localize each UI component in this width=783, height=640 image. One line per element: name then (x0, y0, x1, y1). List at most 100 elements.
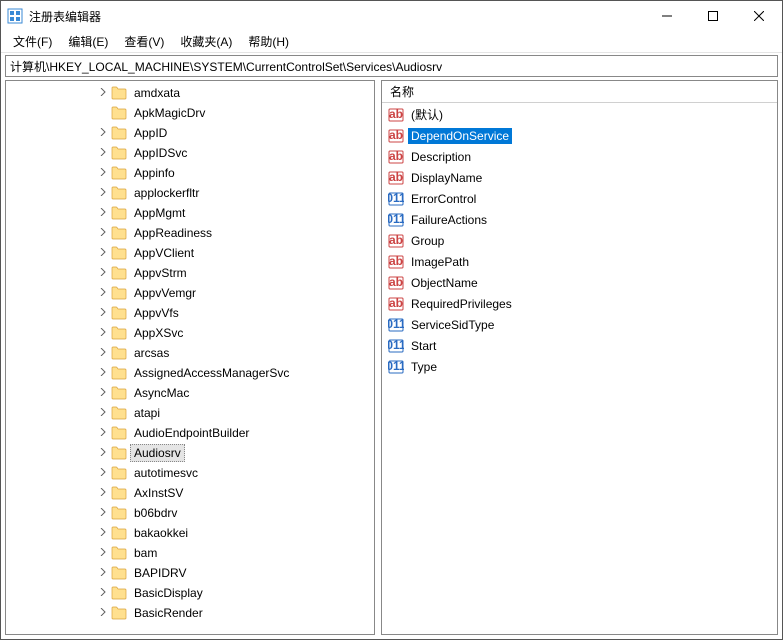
value-name: RequiredPrivileges (408, 296, 515, 312)
chevron-right-icon[interactable] (96, 408, 110, 419)
tree-item[interactable]: bam (6, 543, 374, 563)
tree-item[interactable]: AppReadiness (6, 223, 374, 243)
tree-scroll[interactable]: amdxataApkMagicDrvAppIDAppIDSvcAppinfoap… (6, 81, 374, 634)
tree-item[interactable]: applockerfltr (6, 183, 374, 203)
chevron-right-icon[interactable] (96, 608, 110, 619)
chevron-right-icon[interactable] (96, 588, 110, 599)
tree-item[interactable]: AppMgmt (6, 203, 374, 223)
dword-value-icon: 011 (388, 359, 404, 375)
chevron-right-icon[interactable] (96, 468, 110, 479)
chevron-right-icon[interactable] (96, 188, 110, 199)
chevron-right-icon[interactable] (96, 148, 110, 159)
values-pane: 名称 ab(默认)abDependOnServiceabDescriptiona… (381, 80, 778, 635)
tree-item[interactable]: autotimesvc (6, 463, 374, 483)
tree-item[interactable]: ApkMagicDrv (6, 103, 374, 123)
tree-item[interactable]: AppvStrm (6, 263, 374, 283)
chevron-right-icon[interactable] (96, 248, 110, 259)
tree-item[interactable]: AppIDSvc (6, 143, 374, 163)
tree-item[interactable]: arcsas (6, 343, 374, 363)
tree-item[interactable]: Appinfo (6, 163, 374, 183)
chevron-right-icon[interactable] (96, 508, 110, 519)
tree-item[interactable]: AppvVfs (6, 303, 374, 323)
value-name: Type (408, 359, 440, 375)
tree-item[interactable]: BAPIDRV (6, 563, 374, 583)
tree-item[interactable]: BasicDisplay (6, 583, 374, 603)
panes: amdxataApkMagicDrvAppIDAppIDSvcAppinfoap… (5, 80, 778, 635)
value-row[interactable]: abObjectName (382, 272, 777, 293)
tree-item[interactable]: AppID (6, 123, 374, 143)
chevron-right-icon[interactable] (96, 328, 110, 339)
chevron-right-icon[interactable] (96, 168, 110, 179)
value-row[interactable]: 011Start (382, 335, 777, 356)
tree-item[interactable]: AxInstSV (6, 483, 374, 503)
menu-edit[interactable]: 编辑(E) (62, 31, 114, 52)
value-row[interactable]: abGroup (382, 230, 777, 251)
chevron-right-icon[interactable] (96, 428, 110, 439)
chevron-right-icon[interactable] (96, 308, 110, 319)
menu-file[interactable]: 文件(F) (7, 31, 58, 52)
value-row[interactable]: abDependOnService (382, 125, 777, 146)
dword-value-icon: 011 (388, 212, 404, 228)
value-name: ImagePath (408, 254, 472, 270)
tree-item[interactable]: AppXSvc (6, 323, 374, 343)
tree-item-label: autotimesvc (130, 464, 202, 482)
chevron-right-icon[interactable] (96, 368, 110, 379)
tree-item[interactable]: AudioEndpointBuilder (6, 423, 374, 443)
tree-item-label: bakaokkei (130, 524, 192, 542)
chevron-right-icon[interactable] (96, 548, 110, 559)
svg-text:ab: ab (389, 296, 403, 310)
address-bar[interactable]: 计算机\HKEY_LOCAL_MACHINE\SYSTEM\CurrentCon… (5, 55, 778, 77)
tree-item[interactable]: b06bdrv (6, 503, 374, 523)
chevron-right-icon[interactable] (96, 128, 110, 139)
folder-icon (111, 166, 127, 180)
tree-item[interactable]: BasicRender (6, 603, 374, 623)
svg-text:ab: ab (389, 107, 403, 121)
folder-icon (111, 406, 127, 420)
address-text: 计算机\HKEY_LOCAL_MACHINE\SYSTEM\CurrentCon… (10, 58, 442, 75)
chevron-right-icon[interactable] (96, 348, 110, 359)
tree-item[interactable]: Audiosrv (6, 443, 374, 463)
close-button[interactable] (736, 1, 782, 31)
tree-item[interactable]: amdxata (6, 83, 374, 103)
tree-item-label: BasicDisplay (130, 584, 207, 602)
tree-item[interactable]: AppvVemgr (6, 283, 374, 303)
chevron-right-icon[interactable] (96, 88, 110, 99)
value-row[interactable]: ab(默认) (382, 104, 777, 125)
tree-item[interactable]: bakaokkei (6, 523, 374, 543)
svg-text:ab: ab (389, 170, 403, 184)
value-row[interactable]: abDisplayName (382, 167, 777, 188)
value-row[interactable]: abImagePath (382, 251, 777, 272)
chevron-right-icon[interactable] (96, 288, 110, 299)
value-row[interactable]: 011ErrorControl (382, 188, 777, 209)
chevron-right-icon[interactable] (96, 488, 110, 499)
tree-item[interactable]: AppVClient (6, 243, 374, 263)
maximize-button[interactable] (690, 1, 736, 31)
value-row[interactable]: 011FailureActions (382, 209, 777, 230)
column-name[interactable]: 名称 (390, 83, 414, 100)
tree-item[interactable]: AssignedAccessManagerSvc (6, 363, 374, 383)
minimize-button[interactable] (644, 1, 690, 31)
value-row[interactable]: 011Type (382, 356, 777, 377)
tree-item[interactable]: atapi (6, 403, 374, 423)
chevron-right-icon[interactable] (96, 388, 110, 399)
values-body[interactable]: ab(默认)abDependOnServiceabDescriptionabDi… (382, 103, 777, 634)
menu-help[interactable]: 帮助(H) (242, 31, 295, 52)
svg-text:011: 011 (388, 191, 404, 205)
tree-item-label: BasicRender (130, 604, 207, 622)
value-row[interactable]: ab RequiredPrivileges (382, 293, 777, 314)
tree-item[interactable]: AsyncMac (6, 383, 374, 403)
value-row[interactable]: 011ServiceSidType (382, 314, 777, 335)
tree-item-label: ApkMagicDrv (130, 104, 209, 122)
menu-favorites[interactable]: 收藏夹(A) (174, 31, 238, 52)
menu-view[interactable]: 查看(V) (118, 31, 170, 52)
value-row[interactable]: abDescription (382, 146, 777, 167)
chevron-right-icon[interactable] (96, 528, 110, 539)
chevron-right-icon[interactable] (96, 208, 110, 219)
tree-item-label: atapi (130, 404, 164, 422)
chevron-right-icon[interactable] (96, 568, 110, 579)
tree-pane: amdxataApkMagicDrvAppIDAppIDSvcAppinfoap… (5, 80, 375, 635)
string-value-icon: ab (388, 149, 404, 165)
chevron-right-icon[interactable] (96, 268, 110, 279)
chevron-right-icon[interactable] (96, 448, 110, 459)
chevron-right-icon[interactable] (96, 228, 110, 239)
